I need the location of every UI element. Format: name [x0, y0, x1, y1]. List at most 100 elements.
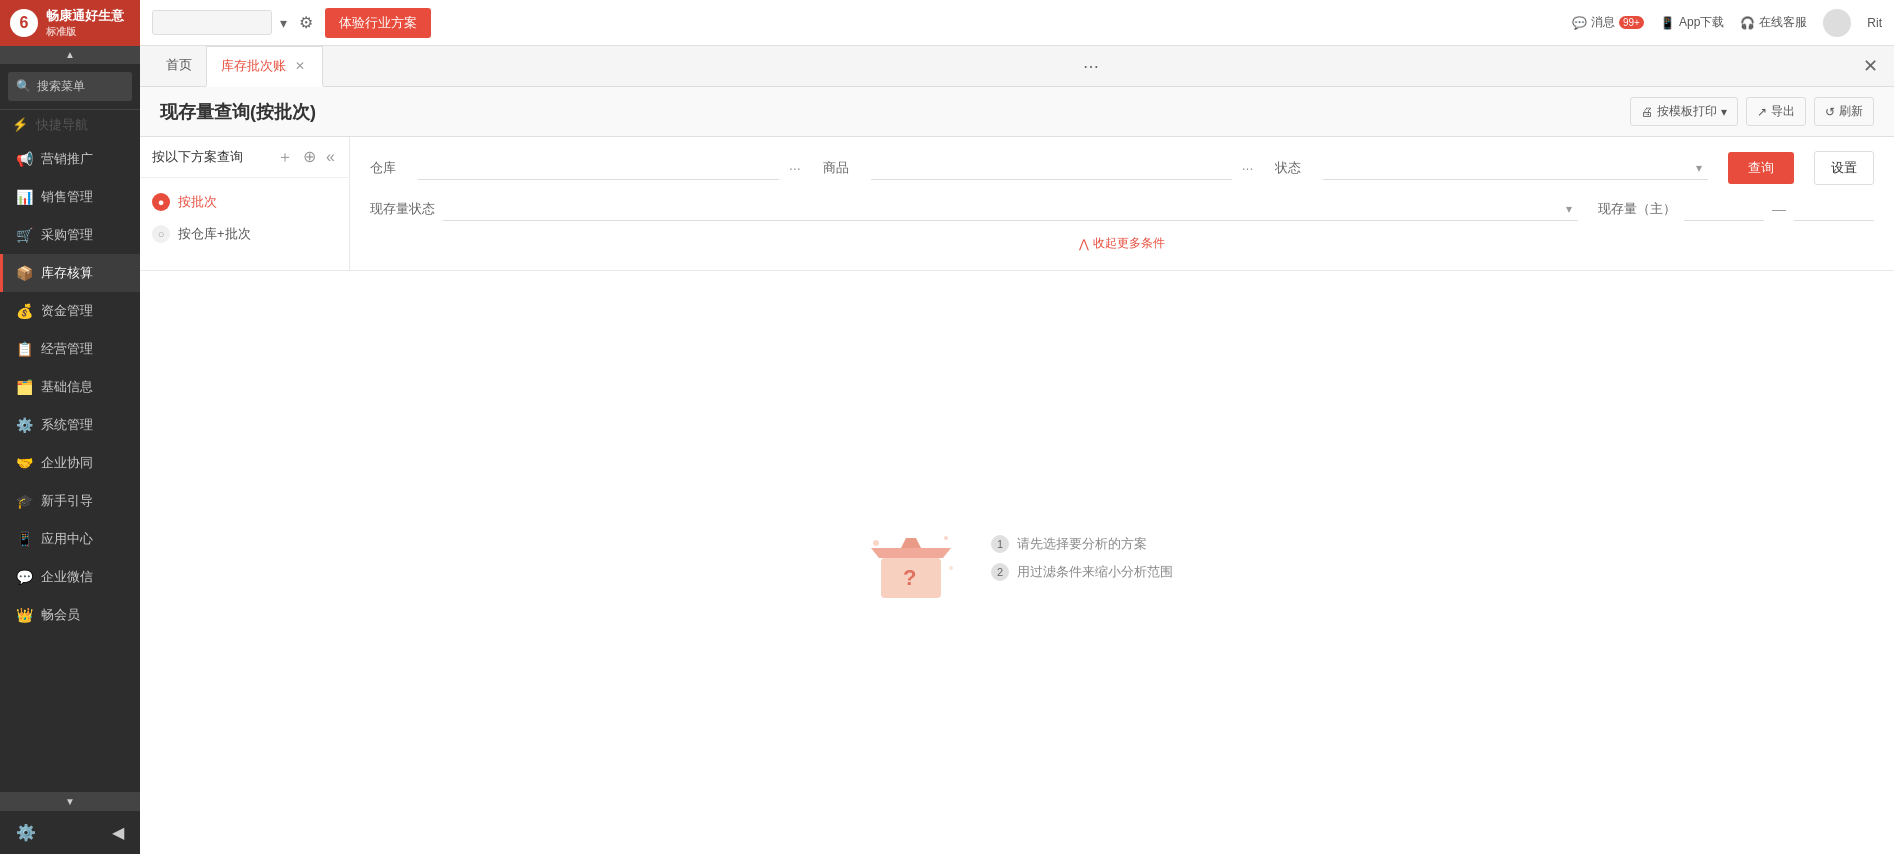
- filter-panel: 仓库 ··· 商品 ··· 状态 ▾: [350, 137, 1894, 270]
- search-icon: 🔍: [16, 79, 31, 93]
- basic-icon: 🗂️: [15, 378, 33, 396]
- sidebar-item-basic[interactable]: 🗂️ 基础信息: [0, 368, 140, 406]
- inventory-icon: 📦: [15, 264, 33, 282]
- filter-settings-button[interactable]: 设置: [1814, 151, 1874, 185]
- tip-num-2: 2: [991, 563, 1009, 581]
- tab-close-button[interactable]: ✕: [292, 58, 308, 74]
- schemes-panel: 按以下方案查询 ＋ ⊕ « ● 按批次 ○ 按仓库+批次: [140, 137, 350, 270]
- app-version: 标准版: [46, 25, 124, 38]
- sidebar-item-operation[interactable]: 📋 经营管理: [0, 330, 140, 368]
- status-filter-group: 状态 ▾: [1275, 157, 1708, 180]
- close-panel-button[interactable]: ✕: [1859, 51, 1882, 81]
- goods-input[interactable]: [871, 156, 1232, 180]
- sidebar: 6 畅康通好生意 标准版 ▲ 🔍 搜索菜单 ⚡ 快捷导航 📢 营销推广 📊 销售…: [0, 0, 140, 854]
- scheme-item-by-warehouse-batch[interactable]: ○ 按仓库+批次: [140, 218, 349, 250]
- scheme-item-by-batch[interactable]: ● 按批次: [140, 186, 349, 218]
- tab-home[interactable]: 首页: [152, 46, 206, 86]
- enterprise-icon: 🤝: [15, 454, 33, 472]
- empty-tip-2: 2 用过滤条件来缩小分析范围: [991, 563, 1173, 581]
- topbar-right: 💬 消息 99+ 📱 App下载 🎧 在线客服 Rit: [1572, 9, 1882, 37]
- scheme-inactive-icon: ○: [152, 225, 170, 243]
- warehouse-filter-group: 仓库 ···: [370, 156, 803, 180]
- service-icon: 🎧: [1740, 16, 1755, 30]
- refresh-button[interactable]: ↺ 刷新: [1814, 97, 1874, 126]
- breadcrumb-dropdown-button[interactable]: ▾: [280, 15, 287, 31]
- warehouse-more-button[interactable]: ···: [787, 158, 803, 178]
- system-icon: ⚙️: [15, 416, 33, 434]
- scheme-settings-button[interactable]: ⊕: [301, 147, 318, 167]
- stock-status-dropdown[interactable]: ▾: [443, 198, 1578, 221]
- sidebar-item-wxwork[interactable]: 💬 企业微信: [0, 558, 140, 596]
- filter-area: 按以下方案查询 ＋ ⊕ « ● 按批次 ○ 按仓库+批次: [140, 137, 1894, 271]
- qty-min-input[interactable]: [1684, 197, 1764, 221]
- filter-row-1: 仓库 ··· 商品 ··· 状态 ▾: [370, 151, 1874, 185]
- sidebar-settings-button[interactable]: ⚙️: [8, 819, 44, 846]
- collapse-schemes-button[interactable]: «: [324, 147, 337, 167]
- sidebar-item-sales[interactable]: 📊 销售管理: [0, 178, 140, 216]
- schemes-list: ● 按批次 ○ 按仓库+批次: [140, 178, 349, 258]
- status-label: 状态: [1275, 159, 1315, 177]
- app-title: 畅康通好生意: [46, 8, 124, 25]
- tab-inventory-batch[interactable]: 库存批次账 ✕: [206, 46, 323, 87]
- sidebar-item-marketing[interactable]: 📢 营销推广: [0, 140, 140, 178]
- print-icon: 🖨: [1641, 105, 1653, 119]
- purchase-icon: 🛒: [15, 226, 33, 244]
- sidebar-item-member[interactable]: 👑 畅会员: [0, 596, 140, 634]
- tab-more-button[interactable]: ⋯: [1083, 57, 1099, 76]
- topbar-settings-button[interactable]: ⚙: [295, 9, 317, 36]
- trial-button[interactable]: 体验行业方案: [325, 8, 431, 38]
- sidebar-header: 6 畅康通好生意 标准版: [0, 0, 140, 46]
- sidebar-item-enterprise[interactable]: 🤝 企业协同: [0, 444, 140, 482]
- stock-status-label: 现存量状态: [370, 200, 435, 218]
- sidebar-collapse-button[interactable]: ◀: [104, 819, 132, 846]
- online-service-button[interactable]: 🎧 在线客服: [1740, 14, 1807, 31]
- sidebar-search[interactable]: 🔍 搜索菜单: [0, 64, 140, 110]
- svg-marker-2: [901, 538, 921, 548]
- warehouse-input[interactable]: [418, 156, 779, 180]
- goods-more-button[interactable]: ···: [1240, 158, 1256, 178]
- message-icon: 💬: [1572, 16, 1587, 30]
- member-icon: 👑: [15, 606, 33, 624]
- status-dropdown[interactable]: ▾: [1323, 157, 1708, 180]
- user-avatar[interactable]: [1823, 9, 1851, 37]
- topbar-left: ▾ ⚙ 体验行业方案: [152, 8, 1564, 38]
- scheme-active-icon: ●: [152, 193, 170, 211]
- tip-num-1: 1: [991, 535, 1009, 553]
- empty-tips: 1 请先选择要分析的方案 2 用过滤条件来缩小分析范围: [991, 535, 1173, 591]
- message-badge: 99+: [1619, 16, 1644, 29]
- sidebar-nav: ⚡ 快捷导航 📢 营销推广 📊 销售管理 🛒 采购管理 📦 库存核算 💰 资金管…: [0, 110, 140, 792]
- content-area: 现存量查询(按批次) 🖨 按模板打印 ▾ ↗ 导出 ↺ 刷新: [140, 87, 1894, 854]
- print-button[interactable]: 🖨 按模板打印 ▾: [1630, 97, 1738, 126]
- message-button[interactable]: 💬 消息 99+: [1572, 14, 1644, 31]
- sidebar-item-newbie[interactable]: 🎓 新手引导: [0, 482, 140, 520]
- app-name-block: 畅康通好生意 标准版: [46, 8, 124, 38]
- sidebar-item-shortcut[interactable]: ⚡ 快捷导航: [0, 110, 140, 140]
- export-button[interactable]: ↗ 导出: [1746, 97, 1806, 126]
- search-menu-button[interactable]: 🔍 搜索菜单: [8, 72, 132, 101]
- marketing-icon: 📢: [15, 150, 33, 168]
- sidebar-item-inventory[interactable]: 📦 库存核算: [0, 254, 140, 292]
- svg-point-6: [949, 566, 953, 570]
- sidebar-item-system[interactable]: ⚙️ 系统管理: [0, 406, 140, 444]
- collapse-icon: ⋀: [1079, 237, 1089, 251]
- svg-marker-1: [871, 548, 951, 558]
- newbie-icon: 🎓: [15, 492, 33, 510]
- empty-state-area: ? 1 请先选择要分析的方案 2 用过滤条件来缩小分析范围: [140, 271, 1894, 854]
- sidebar-scroll-down[interactable]: ▼: [0, 792, 140, 810]
- add-scheme-button[interactable]: ＋: [275, 147, 295, 167]
- username-display[interactable]: Rit: [1867, 16, 1882, 30]
- sidebar-item-purchase[interactable]: 🛒 采购管理: [0, 216, 140, 254]
- wxwork-icon: 💬: [15, 568, 33, 586]
- collapse-button[interactable]: ⋀ 收起更多条件: [1071, 231, 1173, 256]
- qty-max-input[interactable]: [1794, 197, 1874, 221]
- filter-row-2: 现存量状态 ▾ 现存量（主） —: [370, 197, 1874, 221]
- topbar: ▾ ⚙ 体验行业方案 💬 消息 99+ 📱 App下载 🎧 在线客服 Rit: [140, 0, 1894, 46]
- query-button[interactable]: 查询: [1728, 152, 1794, 184]
- sidebar-item-appstore[interactable]: 📱 应用中心: [0, 520, 140, 558]
- sidebar-item-finance[interactable]: 💰 资金管理: [0, 292, 140, 330]
- app-icon: 📱: [1660, 16, 1675, 30]
- app-download-button[interactable]: 📱 App下载: [1660, 14, 1724, 31]
- print-dropdown-arrow: ▾: [1721, 105, 1727, 119]
- sidebar-scroll-up[interactable]: ▲: [0, 46, 140, 64]
- qty-range-group: 现存量（主） —: [1598, 197, 1874, 221]
